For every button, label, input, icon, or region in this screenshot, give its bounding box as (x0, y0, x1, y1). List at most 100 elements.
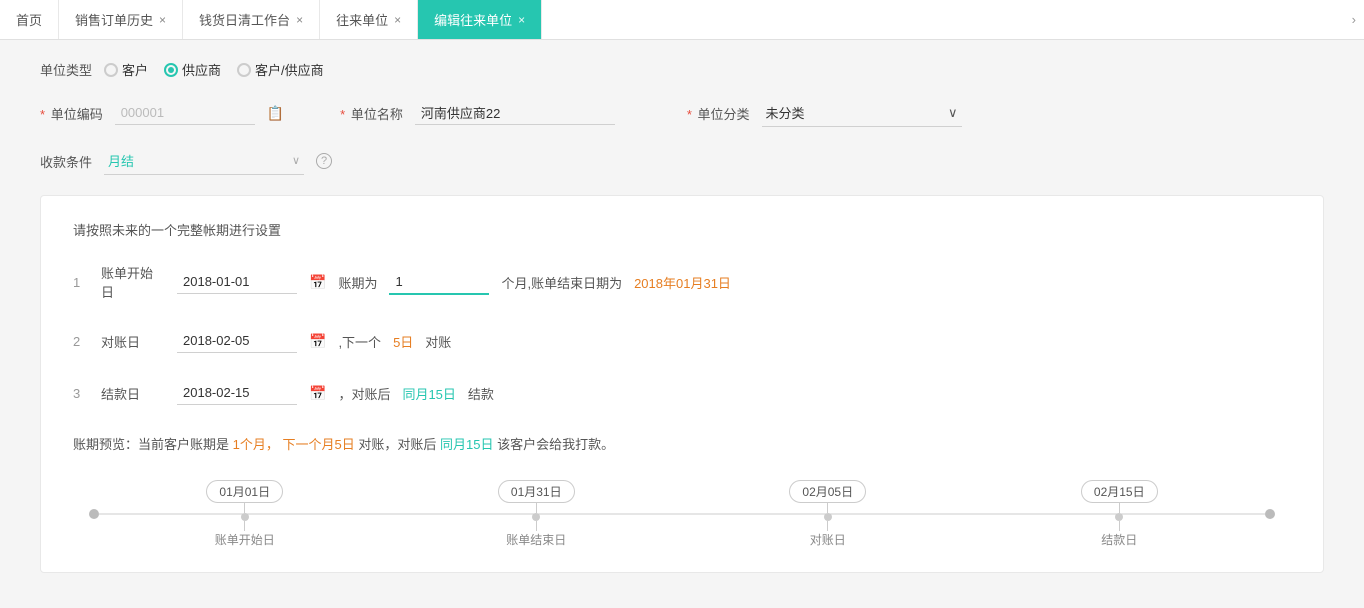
unit-type-radio-group: 客户 供应商 客户/供应商 (104, 60, 324, 79)
timeline-connector-2b (536, 521, 537, 531)
tabs-scroll-right[interactable]: › (1344, 0, 1364, 39)
tab-edit-partner-close[interactable]: × (518, 13, 525, 27)
timeline-point-1-inner: 01月01日 账单开始日 (206, 480, 283, 548)
row-3-prefix: ，对账后 (338, 384, 390, 403)
setting-row-1: 1 账单开始日 📅 账期为 个月,账单结束日期为 2018年01月31日 (73, 263, 1291, 301)
radio-customer[interactable]: 客户 (104, 60, 148, 79)
timeline-badge-4: 02月15日 (1081, 480, 1158, 503)
radio-both-circle (237, 63, 251, 77)
unit-name-input[interactable] (415, 101, 615, 125)
preview-text: 账期预览：当前客户账期是 1个月， 下一个月5日 对账，对账后 同月15日 该客… (73, 433, 1291, 456)
unit-code-label: * 单位编码 (40, 104, 103, 123)
setting-row-3: 3 结款日 📅 ，对账后 同月15日 结款 (73, 381, 1291, 405)
timeline-point-3-inner: 02月05日 对账日 (789, 480, 866, 548)
tab-cash-work[interactable]: 钱货日清工作台 × (183, 0, 320, 39)
timeline-point-1: 01月01日 账单开始日 (99, 480, 391, 548)
unit-code-input[interactable] (115, 101, 255, 125)
tab-partner-label: 往来单位 (336, 10, 388, 29)
cat-dropdown-arrow-icon: ∨ (948, 105, 958, 121)
tab-sales-history-label: 销售订单历史 (75, 10, 153, 29)
timeline-track: 01月01日 账单开始日 01月31日 (89, 480, 1275, 548)
row-3-cal-icon[interactable]: 📅 (309, 385, 326, 402)
required-star-name: * (340, 107, 345, 122)
tab-home-label: 首页 (16, 10, 42, 29)
radio-both[interactable]: 客户/供应商 (237, 60, 324, 79)
required-star-code: * (40, 107, 45, 122)
row-3-suffix: 结款 (468, 384, 494, 403)
unit-type-label: 单位类型 (40, 60, 92, 79)
radio-supplier[interactable]: 供应商 (164, 60, 221, 79)
help-icon[interactable]: ? (316, 153, 332, 169)
row-1-end-date: 2018年01月31日 (634, 273, 731, 292)
timeline-dot-2 (532, 513, 540, 521)
preview-period: 1个月， (233, 437, 279, 452)
payment-terms-dropdown-arrow-icon: ∨ (292, 154, 300, 167)
timeline-point-4: 02月15日 结款日 (974, 480, 1266, 548)
row-2-cal-icon[interactable]: 📅 (309, 333, 326, 350)
tab-cash-work-label: 钱货日清工作台 (199, 10, 290, 29)
payment-terms-label: 收款条件 (40, 152, 92, 171)
radio-both-label: 客户/供应商 (255, 60, 324, 79)
unit-cat-label: * 单位分类 (687, 104, 750, 123)
row-2-suffix: 对账 (425, 332, 451, 351)
code-name-cat-row: * 单位编码 📋 * 单位名称 * 单位分类 未分类 ∨ (40, 99, 1324, 127)
unit-name-label: * 单位名称 (340, 104, 403, 123)
timeline-inner: 01月01日 账单开始日 01月31日 (99, 480, 1265, 548)
timeline-connector-1b (244, 521, 245, 531)
row-2-date-input[interactable] (177, 329, 297, 353)
radio-customer-label: 客户 (122, 60, 148, 79)
tab-partner[interactable]: 往来单位 × (320, 0, 418, 39)
timeline-point-2: 01月31日 账单结束日 (391, 480, 683, 548)
row-1-cal-icon[interactable]: 📅 (309, 274, 326, 291)
row-1-period-input[interactable] (389, 270, 489, 295)
row-3-num: 3 (73, 386, 89, 401)
timeline-label-2: 账单结束日 (506, 531, 566, 548)
timeline-label-4: 结款日 (1101, 531, 1137, 548)
timeline-label-1: 账单开始日 (215, 531, 275, 548)
row-1-suffix: 个月,账单结束日期为 (501, 273, 622, 292)
payment-terms-row: 收款条件 月结 ∨ ? (40, 147, 1324, 175)
timeline-connector-3 (827, 503, 828, 513)
preview-tail: 该客户会给我打款。 (497, 437, 614, 452)
payment-terms-dropdown[interactable]: 月结 ∨ (104, 147, 304, 175)
preview-mid2: 对账，对账后 (358, 437, 436, 452)
settings-panel: 请按照未来的一个完整帐期进行设置 1 账单开始日 📅 账期为 个月,账单结束日期… (40, 195, 1324, 573)
timeline-point-2-inner: 01月31日 账单结束日 (498, 480, 575, 548)
tab-edit-partner-label: 编辑往来单位 (434, 10, 512, 29)
row-2-prefix: ,下一个 (338, 332, 381, 351)
timeline-point-4-inner: 02月15日 结款日 (1081, 480, 1158, 548)
row-1-date-input[interactable] (177, 270, 297, 294)
required-star-cat: * (687, 107, 692, 122)
row-2-num: 2 (73, 334, 89, 349)
row-3-date-input[interactable] (177, 381, 297, 405)
timeline-connector-2 (536, 503, 537, 513)
row-2-highlight-day: 5日 (393, 332, 413, 351)
timeline-container: 01月01日 账单开始日 01月31日 (73, 480, 1291, 548)
tab-sales-history-close[interactable]: × (159, 13, 166, 27)
unit-code-icon[interactable]: 📋 (267, 105, 284, 122)
row-1-num: 1 (73, 275, 89, 290)
row-3-highlight-day: 同月15日 (402, 384, 455, 403)
tab-sales-history[interactable]: 销售订单历史 × (59, 0, 183, 39)
timeline-dot-1 (241, 513, 249, 521)
radio-supplier-circle (164, 63, 178, 77)
tab-home[interactable]: 首页 (0, 0, 59, 39)
main-content: 单位类型 客户 供应商 客户/供应商 * 单位编码 📋 * 单 (0, 40, 1364, 608)
timeline-right-dot (1265, 509, 1275, 519)
tab-cash-work-close[interactable]: × (296, 13, 303, 27)
panel-instruction: 请按照未来的一个完整帐期进行设置 (73, 220, 1291, 239)
row-1-period-label: 账期为 (338, 273, 377, 292)
preview-mid: 下一个月5日 (283, 437, 355, 452)
unit-type-row: 单位类型 客户 供应商 客户/供应商 (40, 60, 1324, 79)
unit-cat-dropdown[interactable]: 未分类 ∨ (762, 99, 962, 127)
timeline-dot-4 (1115, 513, 1123, 521)
timeline-badge-2: 01月31日 (498, 480, 575, 503)
timeline-label-3: 对账日 (810, 531, 846, 548)
tab-edit-partner[interactable]: 编辑往来单位 × (418, 0, 542, 39)
tab-partner-close[interactable]: × (394, 13, 401, 27)
row-3-field-label: 结款日 (101, 384, 165, 403)
payment-terms-value: 月结 (108, 151, 292, 170)
row-2-field-label: 对账日 (101, 332, 165, 351)
preview-end: 同月15日 (440, 437, 493, 452)
preview-label: 账期预览：当前客户账期是 (73, 437, 229, 452)
